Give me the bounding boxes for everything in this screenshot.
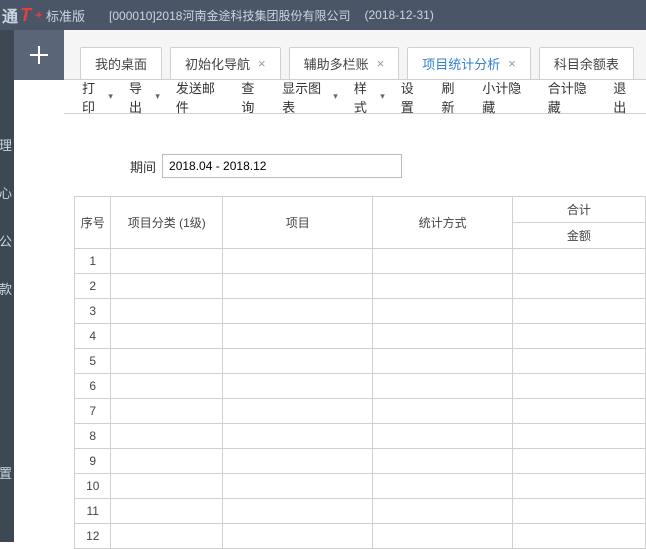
close-icon[interactable]: × xyxy=(508,56,516,71)
logo: T xyxy=(18,5,33,26)
tab-label: 辅助多栏账 xyxy=(304,54,369,73)
close-icon[interactable]: × xyxy=(377,56,385,71)
table-row[interactable]: 10 xyxy=(75,474,646,499)
row-number: 5 xyxy=(75,349,111,374)
th-total: 合计 xyxy=(512,197,645,223)
tab-desktop[interactable]: 我的桌面 xyxy=(80,47,162,79)
row-number: 10 xyxy=(75,474,111,499)
chevron-down-icon: ▾ xyxy=(155,91,160,102)
sidebar-item-4[interactable]: 款 xyxy=(0,264,14,312)
th-project: 项目 xyxy=(223,197,373,249)
main-area: 我的桌面 初始化导航 × 辅助多栏账 × 项目统计分析 × 科目余额表 打印▾ … xyxy=(64,30,646,542)
table-row[interactable]: 2 xyxy=(75,274,646,299)
tab-project-stats[interactable]: 项目统计分析 × xyxy=(407,47,531,79)
content: 期间 序号 项目分类 (1级) 项目 统计方式 合计 金额 1234567891… xyxy=(64,114,646,549)
th-stat-method: 统计方式 xyxy=(373,197,513,249)
table-row[interactable]: 11 xyxy=(75,499,646,524)
chevron-down-icon: ▾ xyxy=(333,91,338,102)
period-row: 期间 xyxy=(130,154,646,178)
tab-label: 科目余额表 xyxy=(554,54,619,73)
table-row[interactable]: 7 xyxy=(75,399,646,424)
data-table: 序号 项目分类 (1级) 项目 统计方式 合计 金额 1234567891011… xyxy=(74,196,646,549)
row-number: 7 xyxy=(75,399,111,424)
row-number: 8 xyxy=(75,424,111,449)
table-row[interactable]: 3 xyxy=(75,299,646,324)
table-row[interactable]: 4 xyxy=(75,324,646,349)
row-number: 11 xyxy=(75,499,111,524)
table-row[interactable]: 8 xyxy=(75,424,646,449)
query-button[interactable]: 查询 xyxy=(233,80,274,113)
sidebar-item-1[interactable]: 理 xyxy=(0,120,14,168)
chevron-down-icon: ▾ xyxy=(108,91,113,102)
topbar: 通 T + 标准版 [000010]2018河南金途科技集团股份有限公司 (20… xyxy=(0,0,646,30)
refresh-button[interactable]: 刷新 xyxy=(434,80,475,113)
row-number: 12 xyxy=(75,524,111,549)
subtotal-hide-button[interactable]: 小计隐藏 xyxy=(474,80,539,113)
tab-label: 初始化导航 xyxy=(185,54,250,73)
table-row[interactable]: 6 xyxy=(75,374,646,399)
total-hide-button[interactable]: 合计隐藏 xyxy=(540,80,605,113)
sidebar: 理 心 公 款 置 xyxy=(0,30,14,542)
row-number: 3 xyxy=(75,299,111,324)
th-category: 项目分类 (1级) xyxy=(111,197,223,249)
export-button[interactable]: 导出▾ xyxy=(121,80,168,113)
period-input[interactable] xyxy=(162,154,402,178)
sidebar-item-3[interactable]: 公 xyxy=(0,216,14,264)
toolbar: 打印▾ 导出▾ 发送邮件 查询 显示图表▾ 样式▾ 设置 刷新 小计隐藏 合计隐… xyxy=(64,80,646,114)
row-number: 1 xyxy=(75,249,111,274)
tab-bar: 我的桌面 初始化导航 × 辅助多栏账 × 项目统计分析 × 科目余额表 xyxy=(64,30,646,80)
add-button[interactable] xyxy=(14,30,64,80)
tab-init-nav[interactable]: 初始化导航 × xyxy=(170,47,281,79)
chart-button[interactable]: 显示图表▾ xyxy=(274,80,346,113)
row-number: 6 xyxy=(75,374,111,399)
date-info: (2018-12-31) xyxy=(364,8,433,22)
row-number: 2 xyxy=(75,274,111,299)
tab-label: 项目统计分析 xyxy=(422,54,500,73)
table-row[interactable]: 12 xyxy=(75,524,646,549)
company-info: [000010]2018河南金途科技集团股份有限公司 xyxy=(109,7,350,24)
tab-account-balance[interactable]: 科目余额表 xyxy=(539,47,634,79)
close-icon[interactable]: × xyxy=(258,56,266,71)
settings-button[interactable]: 设置 xyxy=(393,80,434,113)
th-seq: 序号 xyxy=(75,197,111,249)
plus-icon xyxy=(27,43,51,67)
sendmail-button[interactable]: 发送邮件 xyxy=(168,80,233,113)
tab-label: 我的桌面 xyxy=(95,54,147,73)
chevron-down-icon: ▾ xyxy=(380,91,385,102)
table-row[interactable]: 9 xyxy=(75,449,646,474)
edition-label: 标准版 xyxy=(46,6,85,25)
row-number: 9 xyxy=(75,449,111,474)
sidebar-item-6[interactable] xyxy=(0,360,14,408)
sidebar-item-0[interactable] xyxy=(0,30,14,80)
th-amount: 金额 xyxy=(512,223,645,249)
exit-button[interactable]: 退出 xyxy=(605,80,646,113)
table-row[interactable]: 5 xyxy=(75,349,646,374)
print-button[interactable]: 打印▾ xyxy=(74,80,121,113)
tab-aux-ledger[interactable]: 辅助多栏账 × xyxy=(289,47,400,79)
row-number: 4 xyxy=(75,324,111,349)
table-row[interactable]: 1 xyxy=(75,249,646,274)
style-button[interactable]: 样式▾ xyxy=(346,80,393,113)
logo-sup: + xyxy=(33,8,44,22)
sidebar-item-2[interactable]: 心 xyxy=(0,168,14,216)
sidebar-item-5[interactable] xyxy=(0,312,14,360)
sidebar-item-7[interactable]: 置 xyxy=(0,448,14,496)
period-label: 期间 xyxy=(130,157,156,176)
